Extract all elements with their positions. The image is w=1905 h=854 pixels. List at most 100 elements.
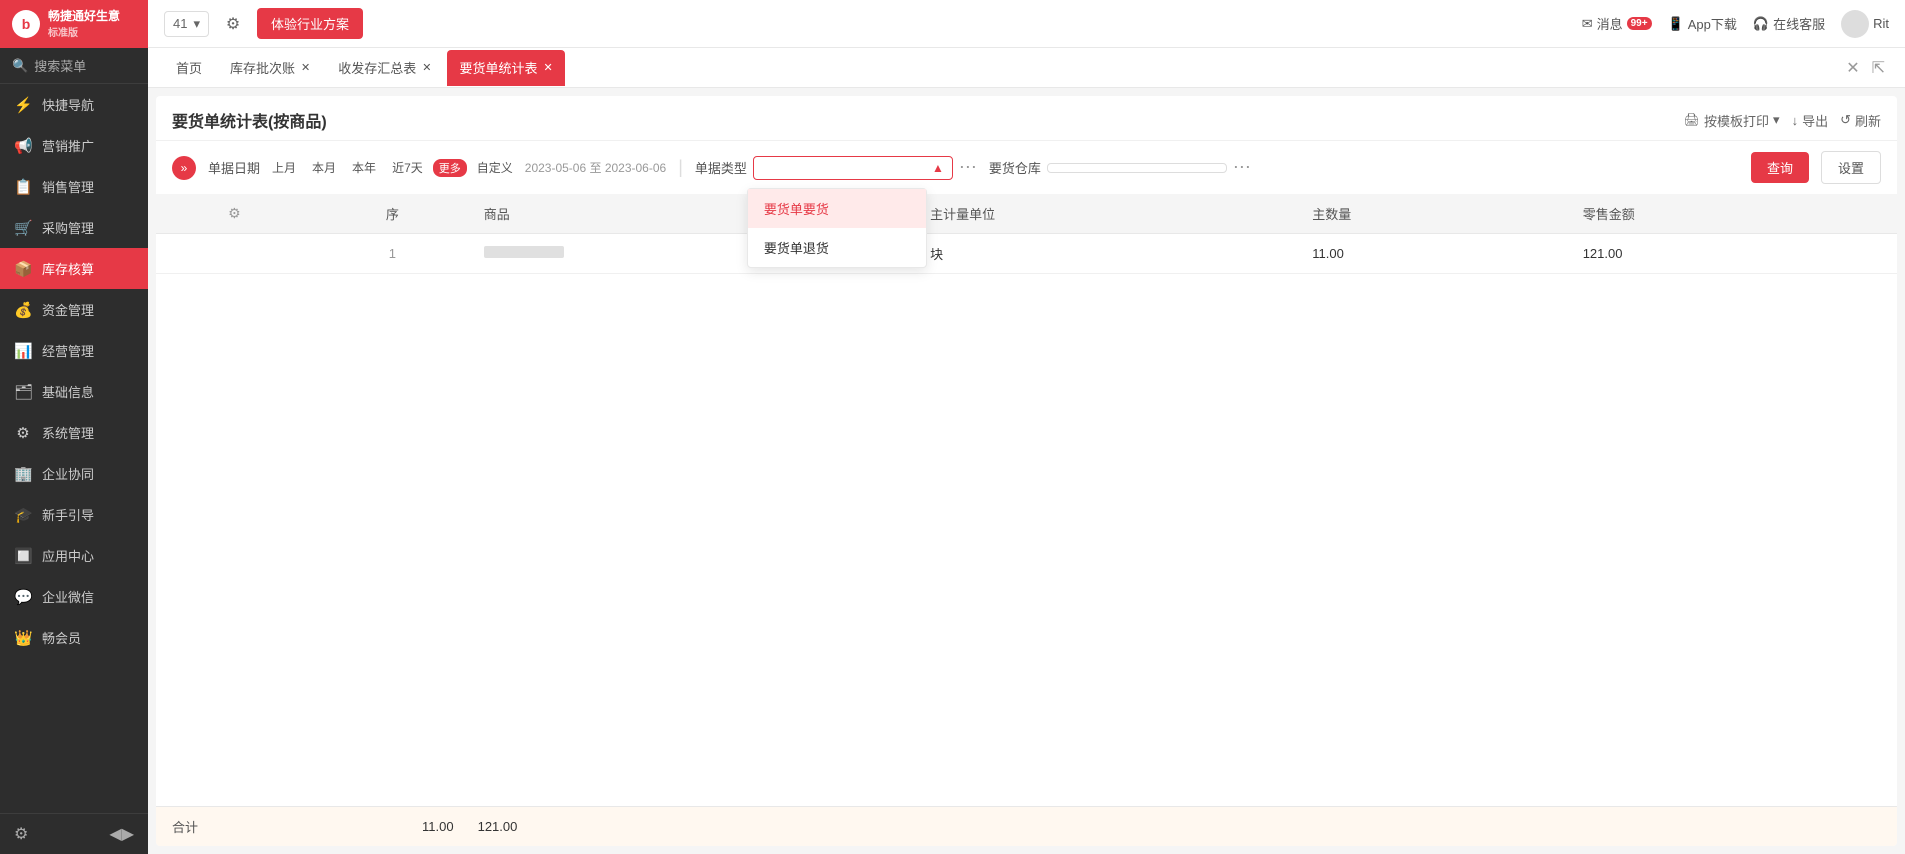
trial-industry-button[interactable]: 体验行业方案: [257, 8, 363, 39]
footer-amount: 121.00: [478, 819, 518, 834]
messages-label: 消息: [1597, 14, 1623, 33]
date-shortcut-more[interactable]: 更多: [433, 159, 467, 177]
nav-label-app-center: 应用中心: [42, 546, 94, 565]
nav-label-system: 系统管理: [42, 423, 94, 442]
print-icon: 🖨: [1684, 112, 1701, 128]
date-shortcut-this-year[interactable]: 本年: [346, 157, 382, 178]
logo-icon: b: [12, 10, 40, 38]
breadcrumb-selector[interactable]: 41 ▾: [164, 11, 209, 37]
filter-bar: » 单据日期 上月本月本年近7天更多自定义 2023-05-06 至 2023-…: [156, 141, 1897, 194]
date-shortcuts: 上月本月本年近7天更多自定义: [266, 157, 519, 178]
nav-icon-member: 👑: [14, 629, 32, 647]
tab-inventory-batch[interactable]: 库存批次账 ✕: [218, 50, 322, 86]
sidebar-collapse-icon[interactable]: ◀▶: [109, 824, 134, 844]
sidebar-item-purchase[interactable]: 🛒采购管理: [0, 207, 148, 248]
nav-label-enterprise: 企业协同: [42, 464, 94, 483]
tab-close-order-stats[interactable]: ✕: [544, 61, 553, 74]
nav-label-operations: 经营管理: [42, 341, 94, 360]
doc-type-select[interactable]: ▲: [753, 156, 953, 180]
expand-tabs-icon[interactable]: ⇱: [1868, 54, 1889, 82]
date-shortcut-7days[interactable]: 近7天: [386, 157, 429, 178]
nav-label-guide: 新手引导: [42, 505, 94, 524]
top-header: 41 ▾ ⚙ 体验行业方案 ✉ 消息 99+ 📱 App下载 🎧 在线客服 R: [148, 0, 1905, 48]
sidebar-item-member[interactable]: 👑 畅会员: [0, 617, 148, 658]
warehouse-select[interactable]: [1047, 163, 1227, 173]
doc-type-chevron-up-icon[interactable]: ▲: [932, 161, 944, 175]
date-shortcut-this-month[interactable]: 本月: [306, 157, 342, 178]
nav-icon-basic: 🗂: [14, 383, 32, 401]
tab-label-inventory-batch: 库存批次账: [230, 58, 295, 77]
sidebar: b 畅捷通好生意 标准版 🔍 搜索菜单 ⚡快捷导航📢营销推广📋销售管理🛒采购管理…: [0, 0, 148, 854]
doc-type-more-icon[interactable]: ⋯: [959, 157, 977, 178]
app-download-label: App下载: [1688, 14, 1737, 33]
filter-expand-button[interactable]: »: [172, 156, 196, 180]
nav-icon-wechat: 💬: [14, 588, 32, 606]
refresh-action[interactable]: ↺ 刷新: [1840, 111, 1881, 130]
sidebar-item-basic[interactable]: 🗂 基础信息: [0, 371, 148, 412]
app-download-action[interactable]: 📱 App下载: [1668, 14, 1737, 33]
nav-icon-quick-nav: ⚡: [14, 96, 32, 114]
nav-icon-marketing: 📢: [14, 137, 32, 155]
nav-label-wechat: 企业微信: [42, 587, 94, 606]
sidebar-item-guide[interactable]: 🎓新手引导: [0, 494, 148, 535]
sidebar-item-wechat[interactable]: 💬 企业微信: [0, 576, 148, 617]
messages-badge: 99+: [1627, 17, 1652, 30]
row-no-cell: 1: [313, 234, 472, 274]
sidebar-item-sales[interactable]: 📋销售管理: [0, 166, 148, 207]
nav-label-basic: 基础信息: [42, 382, 94, 401]
query-button[interactable]: 查询: [1751, 152, 1809, 183]
date-shortcut-custom[interactable]: 自定义: [471, 157, 519, 178]
sidebar-settings-icon[interactable]: ⚙: [14, 824, 28, 844]
tab-order-stats[interactable]: 要货单统计表✕: [447, 50, 564, 86]
table-header-row: ⚙ 序 商品 主计量单位 主数量 零售金额: [156, 194, 1897, 234]
setting-button[interactable]: 设置: [1821, 151, 1881, 184]
print-template-action[interactable]: 🖨 按模板打印 ▾: [1684, 111, 1780, 130]
customer-service-action[interactable]: 🎧 在线客服: [1753, 14, 1825, 33]
warehouse-filter-group: 要货仓库 ⋯: [989, 157, 1251, 178]
export-label: 导出: [1802, 111, 1828, 130]
sidebar-item-enterprise[interactable]: 🏢企业协同: [0, 453, 148, 494]
header-settings-btn[interactable]: ⚙: [219, 10, 247, 38]
customer-service-icon: 🎧: [1753, 16, 1769, 32]
sidebar-item-marketing[interactable]: 📢营销推广: [0, 125, 148, 166]
table-col-no: 序: [313, 194, 472, 234]
dropdown-item-order-return[interactable]: 要货单退货: [748, 228, 926, 267]
date-shortcut-prev-month[interactable]: 上月: [266, 157, 302, 178]
tab-home[interactable]: 首页: [164, 50, 214, 86]
sidebar-item-system[interactable]: ⚙系统管理: [0, 412, 148, 453]
close-all-tabs-icon[interactable]: ✕: [1842, 54, 1863, 82]
sidebar-item-finance[interactable]: 💰资金管理: [0, 289, 148, 330]
tab-label-receipts-summary: 收发存汇总表: [338, 58, 416, 77]
search-menu-item[interactable]: 🔍 搜索菜单: [0, 48, 148, 84]
footer-quantity: 11.00: [422, 819, 454, 834]
page-actions: 🖨 按模板打印 ▾ ↓ 导出 ↺ 刷新: [1684, 111, 1882, 130]
footer-label: 合计: [172, 817, 198, 836]
dropdown-item-order-goods[interactable]: 要货单要货: [748, 189, 926, 228]
page-title: 要货单统计表(按商品): [172, 108, 327, 132]
sidebar-item-app-center[interactable]: 🔲应用中心: [0, 535, 148, 576]
column-settings-icon[interactable]: ⚙: [228, 205, 241, 221]
sidebar-item-quick-nav[interactable]: ⚡ 快捷导航: [0, 84, 148, 125]
tab-close-receipts-summary[interactable]: ✕: [422, 61, 431, 74]
filter-divider: |: [678, 157, 683, 178]
chevron-down-icon: ▾: [193, 16, 200, 32]
sidebar-item-inventory[interactable]: 📦库存核算: [0, 248, 148, 289]
sidebar-bottom: ⚙ ◀▶: [0, 813, 148, 854]
tab-close-inventory-batch[interactable]: ✕: [301, 61, 310, 74]
nav-label-member: 畅会员: [42, 628, 81, 647]
messages-action[interactable]: ✉ 消息 99+: [1582, 14, 1652, 33]
app-edition: 标准版: [48, 24, 120, 39]
export-action[interactable]: ↓ 导出: [1792, 111, 1829, 130]
row-unit-cell: 块: [918, 234, 1300, 274]
tabs-bar: 首页库存批次账✕收发存汇总表✕要货单统计表✕ ✕ ⇱: [148, 48, 1905, 88]
row-quantity-cell: 11.00: [1300, 234, 1570, 274]
sidebar-item-operations[interactable]: 📊经营管理: [0, 330, 148, 371]
nav-label-quick-nav: 快捷导航: [42, 95, 94, 114]
table-container: ⚙ 序 商品 主计量单位 主数量 零售金额 1: [156, 194, 1897, 806]
warehouse-more-icon[interactable]: ⋯: [1233, 157, 1251, 178]
warehouse-filter-label: 要货仓库: [989, 158, 1041, 177]
refresh-label: 刷新: [1855, 111, 1881, 130]
user-profile-action[interactable]: Rit: [1841, 10, 1889, 38]
table-col-quantity: 主数量: [1300, 194, 1570, 234]
tab-receipts-summary[interactable]: 收发存汇总表 ✕: [326, 50, 443, 86]
